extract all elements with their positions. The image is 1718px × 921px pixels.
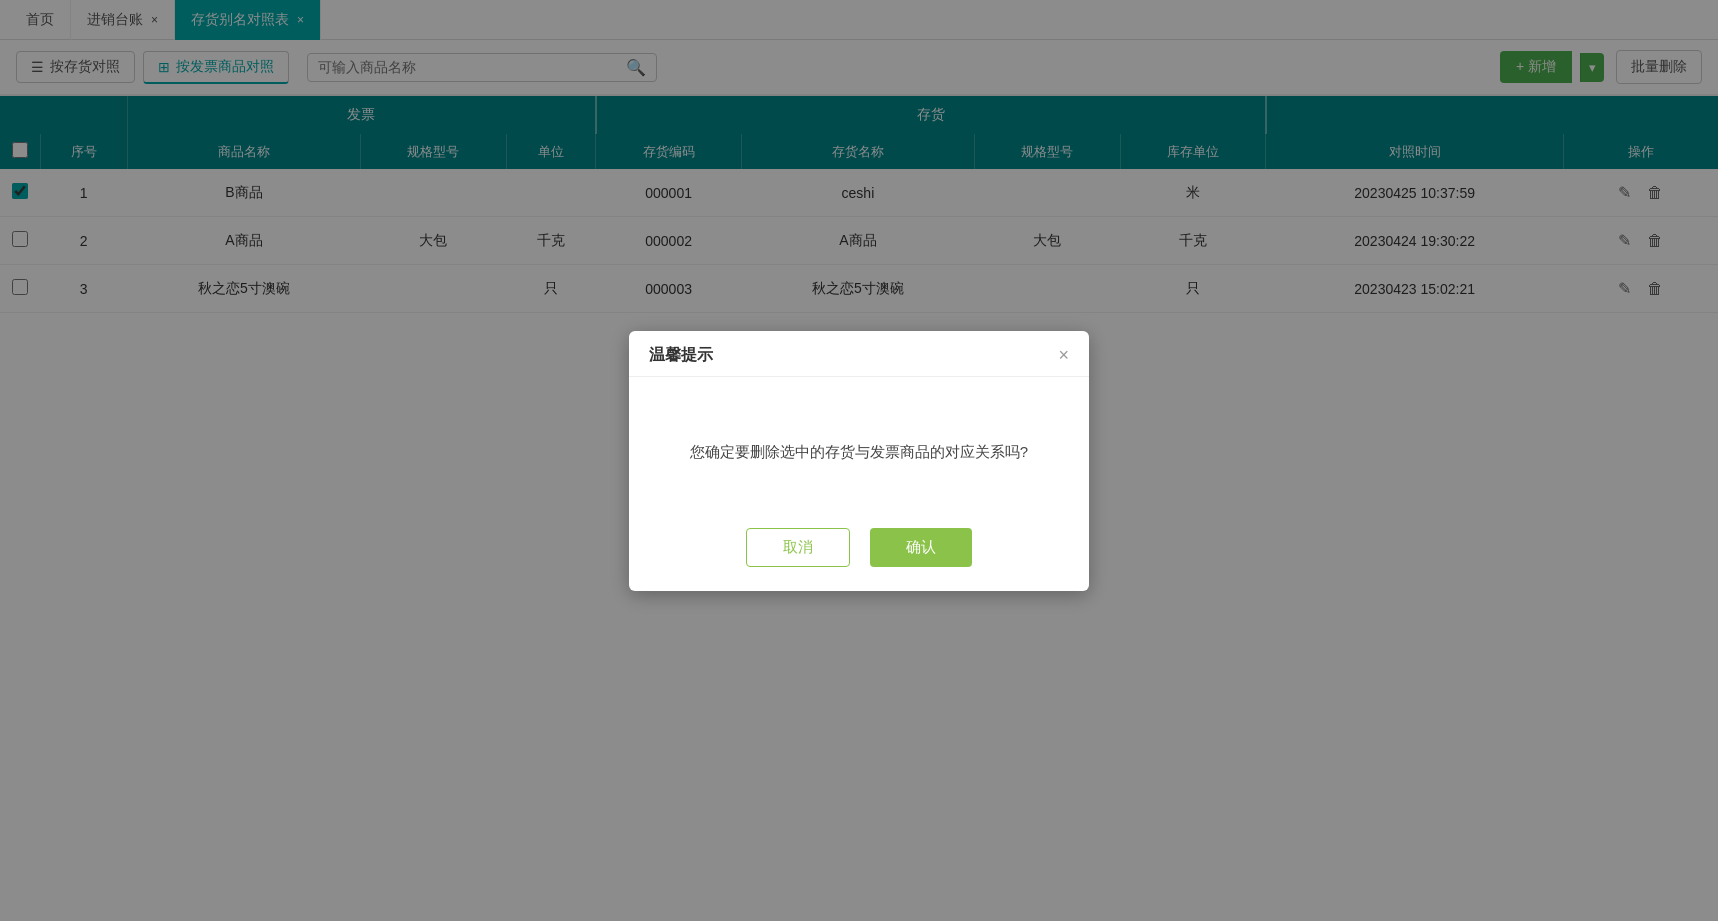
dialog-body: 您确定要删除选中的存货与发票商品的对应关系吗? (629, 377, 1089, 518)
dialog-footer: 取消 确认 (629, 518, 1089, 591)
confirm-overlay: 温馨提示 × 您确定要删除选中的存货与发票商品的对应关系吗? 取消 确认 (0, 0, 1718, 921)
confirm-dialog: 温馨提示 × 您确定要删除选中的存货与发票商品的对应关系吗? 取消 确认 (629, 331, 1089, 591)
dialog-header: 温馨提示 × (629, 331, 1089, 377)
dialog-message: 您确定要删除选中的存货与发票商品的对应关系吗? (690, 443, 1028, 462)
dialog-cancel-button[interactable]: 取消 (746, 528, 850, 567)
dialog-confirm-button[interactable]: 确认 (870, 528, 972, 567)
dialog-title: 温馨提示 (649, 345, 713, 366)
dialog-close-button[interactable]: × (1058, 346, 1069, 364)
